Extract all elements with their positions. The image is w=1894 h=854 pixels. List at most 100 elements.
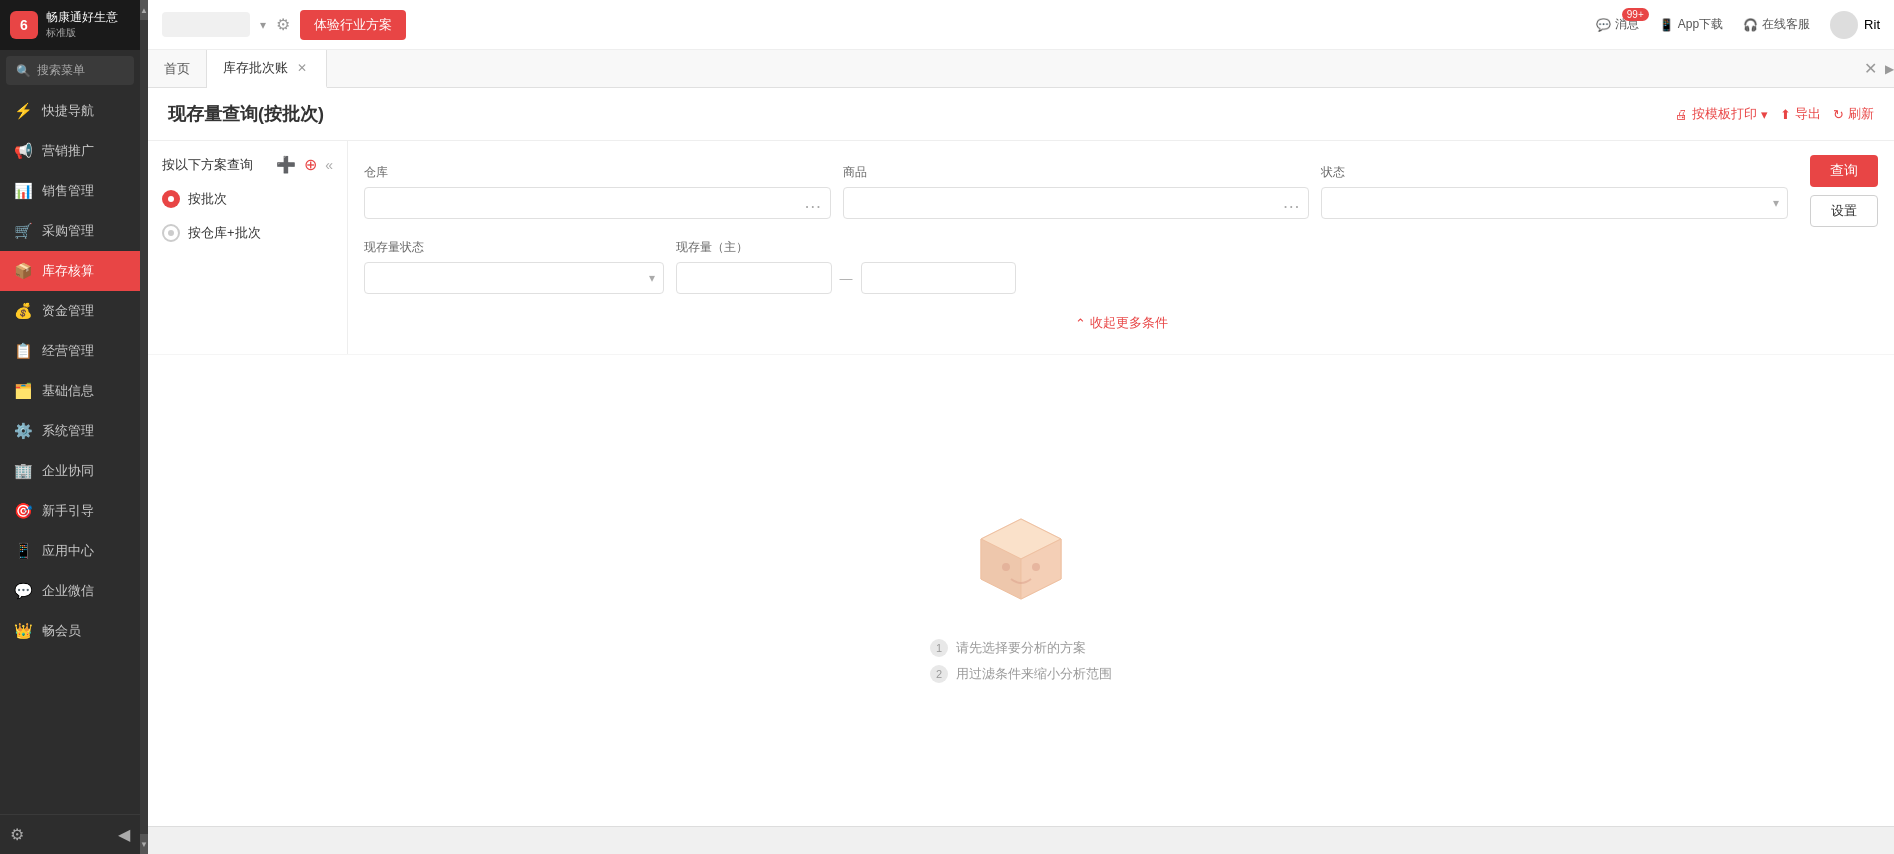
sidebar-item-label: 畅会员 bbox=[42, 622, 81, 640]
inventory-main-max[interactable] bbox=[870, 271, 1008, 286]
sidebar-item-label: 应用中心 bbox=[42, 542, 94, 560]
empty-hint-2: 2 用过滤条件来缩小分析范围 bbox=[930, 665, 1112, 683]
sidebar-search[interactable]: 🔍 搜索菜单 bbox=[6, 56, 134, 85]
scheme-panel: 按以下方案查询 ➕ ⊕ « 按批次 bbox=[148, 141, 348, 354]
sidebar-item-label: 新手引导 bbox=[42, 502, 94, 520]
scheme-item-by-warehouse-batch[interactable]: 按仓库+批次 bbox=[148, 216, 347, 250]
scheme-active-dot bbox=[162, 190, 180, 208]
scroll-up-btn[interactable]: ▲ bbox=[140, 0, 148, 20]
scheme-collapse-icon[interactable]: « bbox=[325, 157, 333, 173]
sidebar-item-operation[interactable]: 📋 经营管理 bbox=[0, 331, 140, 371]
print-icon: 🖨 bbox=[1675, 107, 1688, 122]
scheme-item-by-batch[interactable]: 按批次 bbox=[148, 182, 347, 216]
sidebar-header: 6 畅康通好生意 标准版 bbox=[0, 0, 140, 50]
inventory-main-min-input[interactable] bbox=[676, 262, 832, 294]
sidebar-item-purchase[interactable]: 🛒 采购管理 bbox=[0, 211, 140, 251]
tab-home[interactable]: 首页 bbox=[148, 50, 207, 88]
sidebar-item-app-center[interactable]: 📱 应用中心 bbox=[0, 531, 140, 571]
scheme-panel-icons: ➕ ⊕ « bbox=[276, 155, 333, 174]
scheme-setting-icon[interactable]: ⊕ bbox=[304, 155, 317, 174]
collapse-more-btn[interactable]: ⌃ 收起更多条件 bbox=[364, 306, 1878, 340]
marketing-icon: 📢 bbox=[14, 142, 32, 160]
settings-btn[interactable]: 设置 bbox=[1810, 195, 1878, 227]
sidebar-item-marketing[interactable]: 📢 营销推广 bbox=[0, 131, 140, 171]
print-dropdown-icon: ▾ bbox=[1761, 107, 1768, 122]
collapse-icon[interactable]: ◀ bbox=[118, 825, 130, 844]
online-service-btn[interactable]: 🎧 在线客服 bbox=[1743, 16, 1810, 33]
warehouse-input[interactable] bbox=[373, 195, 804, 210]
scheme-inactive-dot bbox=[162, 224, 180, 242]
message-badge: 99+ bbox=[1622, 8, 1649, 21]
settings-icon[interactable]: ⚙ bbox=[10, 825, 24, 844]
sidebar-item-newbie[interactable]: 🎯 新手引导 bbox=[0, 491, 140, 531]
sidebar-scrollbar: ▲ ▼ bbox=[140, 0, 148, 854]
status-select[interactable]: ▾ bbox=[1321, 187, 1788, 219]
refresh-btn[interactable]: ↻ 刷新 bbox=[1833, 105, 1874, 123]
trial-btn[interactable]: 体验行业方案 bbox=[300, 10, 406, 40]
range-dash: — bbox=[840, 271, 853, 286]
sales-icon: 📊 bbox=[14, 182, 32, 200]
tab-inventory-batch[interactable]: 库存批次账 ✕ bbox=[207, 50, 327, 88]
message-btn[interactable]: 💬 消息 99+ bbox=[1596, 16, 1639, 33]
user-name: Rit bbox=[1864, 17, 1880, 32]
tab-close-icon[interactable]: ✕ bbox=[294, 60, 310, 76]
tabs-close-all-btn[interactable]: ✕ bbox=[1864, 59, 1877, 78]
service-icon: 🎧 bbox=[1743, 18, 1758, 32]
scheme-panel-title: 按以下方案查询 bbox=[162, 156, 253, 174]
topbar-gear-icon[interactable]: ⚙ bbox=[276, 15, 290, 34]
user-profile-btn[interactable]: Rit bbox=[1830, 11, 1880, 39]
empty-hints: 1 请先选择要分析的方案 2 用过滤条件来缩小分析范围 bbox=[930, 639, 1112, 683]
sidebar-item-finance[interactable]: 💰 资金管理 bbox=[0, 291, 140, 331]
print-btn[interactable]: 🖨 按模板打印 ▾ bbox=[1675, 105, 1768, 123]
status-field: 状态 ▾ bbox=[1321, 164, 1788, 219]
app-logo: 6 bbox=[10, 11, 38, 39]
empty-hint-1: 1 请先选择要分析的方案 bbox=[930, 639, 1112, 657]
breadcrumb-dropdown-icon[interactable]: ▾ bbox=[260, 18, 266, 32]
app-download-icon: 📱 bbox=[1659, 18, 1674, 32]
sidebar-item-system[interactable]: ⚙️ 系统管理 bbox=[0, 411, 140, 451]
app-download-btn[interactable]: 📱 App下载 bbox=[1659, 16, 1723, 33]
sidebar-item-wechat[interactable]: 💬 企业微信 bbox=[0, 571, 140, 611]
inventory-main-max-input[interactable] bbox=[861, 262, 1017, 294]
warehouse-input-wrap[interactable]: … bbox=[364, 187, 831, 219]
page-header: 现存量查询(按批次) 🖨 按模板打印 ▾ ⬆ 导出 ↻ 刷新 bbox=[148, 88, 1894, 141]
sidebar-item-label: 系统管理 bbox=[42, 422, 94, 440]
tabs-more-icon[interactable]: ▶ bbox=[1885, 62, 1894, 76]
hint-text-1: 请先选择要分析的方案 bbox=[956, 639, 1086, 657]
topbar: ▾ ⚙ 体验行业方案 💬 消息 99+ 📱 App下载 🎧 在线客服 Rit bbox=[148, 0, 1894, 50]
sidebar-item-label: 快捷导航 bbox=[42, 102, 94, 120]
inventory-main-label: 现存量（主） bbox=[676, 239, 1016, 256]
export-btn[interactable]: ⬆ 导出 bbox=[1780, 105, 1821, 123]
query-btn[interactable]: 查询 bbox=[1810, 155, 1878, 187]
sidebar-item-sales[interactable]: 📊 销售管理 bbox=[0, 171, 140, 211]
sidebar-item-inventory[interactable]: 📦 库存核算 bbox=[0, 251, 140, 291]
sidebar-item-basic-info[interactable]: 🗂️ 基础信息 bbox=[0, 371, 140, 411]
inventory-icon: 📦 bbox=[14, 262, 32, 280]
filter-row-1: 仓库 … 商品 … 状态 bbox=[364, 155, 1878, 227]
hint-num-2: 2 bbox=[930, 665, 948, 683]
empty-illustration bbox=[961, 499, 1081, 619]
sidebar-item-quick-nav[interactable]: ⚡ 快捷导航 bbox=[0, 91, 140, 131]
scheme-add-icon[interactable]: ➕ bbox=[276, 155, 296, 174]
page-content: 现存量查询(按批次) 🖨 按模板打印 ▾ ⬆ 导出 ↻ 刷新 bbox=[148, 88, 1894, 826]
sidebar-item-label: 经营管理 bbox=[42, 342, 94, 360]
refresh-icon: ↻ bbox=[1833, 107, 1844, 122]
collapse-more-label: 收起更多条件 bbox=[1090, 314, 1168, 332]
query-btn-area: 查询 设置 bbox=[1810, 155, 1878, 227]
collapse-chevron-up-icon: ⌃ bbox=[1075, 316, 1086, 331]
svg-point-5 bbox=[1032, 563, 1040, 571]
sidebar-item-member[interactable]: 👑 畅会员 bbox=[0, 611, 140, 651]
app-download-label: App下载 bbox=[1678, 16, 1723, 33]
sidebar-item-enterprise[interactable]: 🏢 企业协同 bbox=[0, 451, 140, 491]
product-input[interactable] bbox=[852, 195, 1283, 210]
page-title: 现存量查询(按批次) bbox=[168, 102, 324, 126]
main-area: ▾ ⚙ 体验行业方案 💬 消息 99+ 📱 App下载 🎧 在线客服 Rit bbox=[148, 0, 1894, 854]
export-label: 导出 bbox=[1795, 105, 1821, 123]
inventory-main-min[interactable] bbox=[685, 271, 823, 286]
sidebar-item-label: 采购管理 bbox=[42, 222, 94, 240]
scroll-down-btn[interactable]: ▼ bbox=[140, 834, 148, 854]
product-dots[interactable]: … bbox=[1282, 192, 1300, 213]
warehouse-dots[interactable]: … bbox=[804, 192, 822, 213]
product-input-wrap[interactable]: … bbox=[843, 187, 1310, 219]
inventory-status-select[interactable]: ▾ bbox=[364, 262, 664, 294]
